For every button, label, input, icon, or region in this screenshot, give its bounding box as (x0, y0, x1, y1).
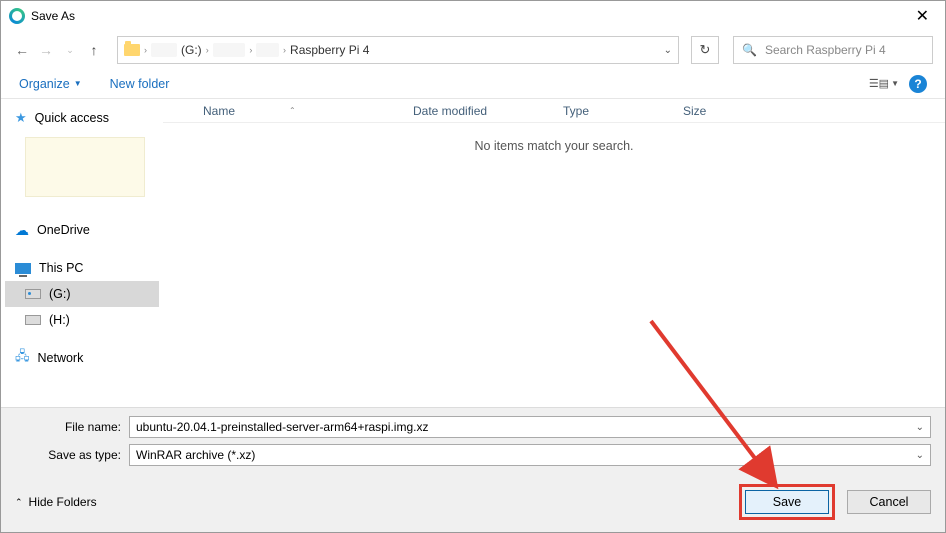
organize-menu[interactable]: Organize ▼ (19, 77, 82, 91)
search-placeholder: Search Raspberry Pi 4 (765, 43, 886, 57)
chevron-right-icon: › (283, 45, 286, 55)
recent-dropdown-icon[interactable]: ⌄ (61, 45, 79, 56)
drive-icon (25, 289, 41, 299)
breadcrumb-seg2[interactable] (256, 43, 279, 57)
column-headers: Name ⌃ Date modified Type Size (163, 99, 945, 123)
monitor-icon (15, 263, 31, 274)
sidebar-item-drive-h[interactable]: (H:) (5, 307, 159, 333)
sidebar-item-onedrive[interactable]: ☁ OneDrive (5, 217, 159, 243)
address-bar[interactable]: › (G:) › › › Raspberry Pi 4 ⌄ (117, 36, 679, 64)
annotation-highlight: Save (739, 484, 835, 520)
cloud-icon: ☁ (15, 222, 29, 239)
chevron-down-icon[interactable]: ⌄ (916, 450, 924, 461)
star-icon: ★ (15, 110, 27, 126)
cancel-button[interactable]: Cancel (847, 490, 931, 514)
search-input[interactable]: 🔍 Search Raspberry Pi 4 (733, 36, 933, 64)
sidebar-thumbnail[interactable] (25, 137, 145, 197)
breadcrumb-seg1[interactable] (213, 43, 246, 57)
filename-label: File name: (15, 420, 129, 434)
column-name[interactable]: Name ⌃ (163, 104, 413, 118)
bottom-panel: File name: ubuntu-20.04.1-preinstalled-s… (1, 407, 945, 532)
list-icon: ☰▤ (869, 77, 889, 90)
chevron-right-icon: › (206, 45, 209, 55)
chevron-right-icon: › (249, 45, 252, 55)
breadcrumb-drive[interactable]: (G:) (181, 43, 202, 57)
sort-indicator-icon: ⌃ (289, 106, 296, 115)
title-bar: Save As ✕ (1, 1, 945, 31)
refresh-button[interactable]: ↻ (691, 36, 719, 64)
new-folder-button[interactable]: New folder (110, 77, 170, 91)
column-date[interactable]: Date modified (413, 104, 563, 118)
help-icon[interactable]: ? (909, 75, 927, 93)
filename-input[interactable]: ubuntu-20.04.1-preinstalled-server-arm64… (129, 416, 931, 438)
empty-list-message: No items match your search. (163, 123, 945, 153)
close-icon[interactable]: ✕ (908, 2, 937, 30)
column-size[interactable]: Size (683, 104, 783, 118)
breadcrumb-root[interactable] (151, 43, 177, 57)
file-list: Name ⌃ Date modified Type Size No items … (163, 99, 945, 419)
column-type[interactable]: Type (563, 104, 683, 118)
navigation-row: ← → ⌄ ↑ › (G:) › › › Raspberry Pi 4 ⌄ ↻ … (1, 31, 945, 69)
chevron-right-icon: › (144, 45, 147, 55)
network-icon: 🖧 (15, 347, 30, 369)
folder-icon (124, 44, 140, 56)
up-icon[interactable]: ↑ (85, 42, 103, 58)
window-title: Save As (31, 9, 75, 23)
view-options-button[interactable]: ☰▤ ▼ (869, 77, 899, 90)
save-as-type-label: Save as type: (15, 448, 129, 462)
app-icon (9, 8, 25, 24)
chevron-down-icon: ▼ (74, 79, 82, 88)
sidebar-item-drive-g[interactable]: (G:) (5, 281, 159, 307)
chevron-up-icon: ⌃ (15, 497, 23, 508)
sidebar-item-network[interactable]: 🖧 Network (5, 345, 159, 371)
save-button[interactable]: Save (745, 490, 829, 514)
save-as-type-select[interactable]: WinRAR archive (*.xz) ⌄ (129, 444, 931, 466)
navigation-pane: ★ Quick access ☁ OneDrive This PC (G:) (… (1, 99, 163, 419)
hide-folders-toggle[interactable]: ⌃ Hide Folders (15, 495, 97, 509)
drive-icon (25, 315, 41, 325)
chevron-down-icon: ▼ (891, 79, 899, 88)
command-bar: Organize ▼ New folder ☰▤ ▼ ? (1, 69, 945, 99)
sidebar-item-this-pc[interactable]: This PC (5, 255, 159, 281)
address-dropdown-icon[interactable]: ⌄ (664, 45, 672, 56)
back-icon[interactable]: ← (13, 42, 31, 58)
breadcrumb-current[interactable]: Raspberry Pi 4 (290, 43, 369, 57)
search-icon: 🔍 (742, 43, 757, 57)
sidebar-item-quick-access[interactable]: ★ Quick access (5, 105, 159, 131)
chevron-down-icon[interactable]: ⌄ (916, 422, 924, 433)
forward-icon: → (37, 42, 55, 58)
